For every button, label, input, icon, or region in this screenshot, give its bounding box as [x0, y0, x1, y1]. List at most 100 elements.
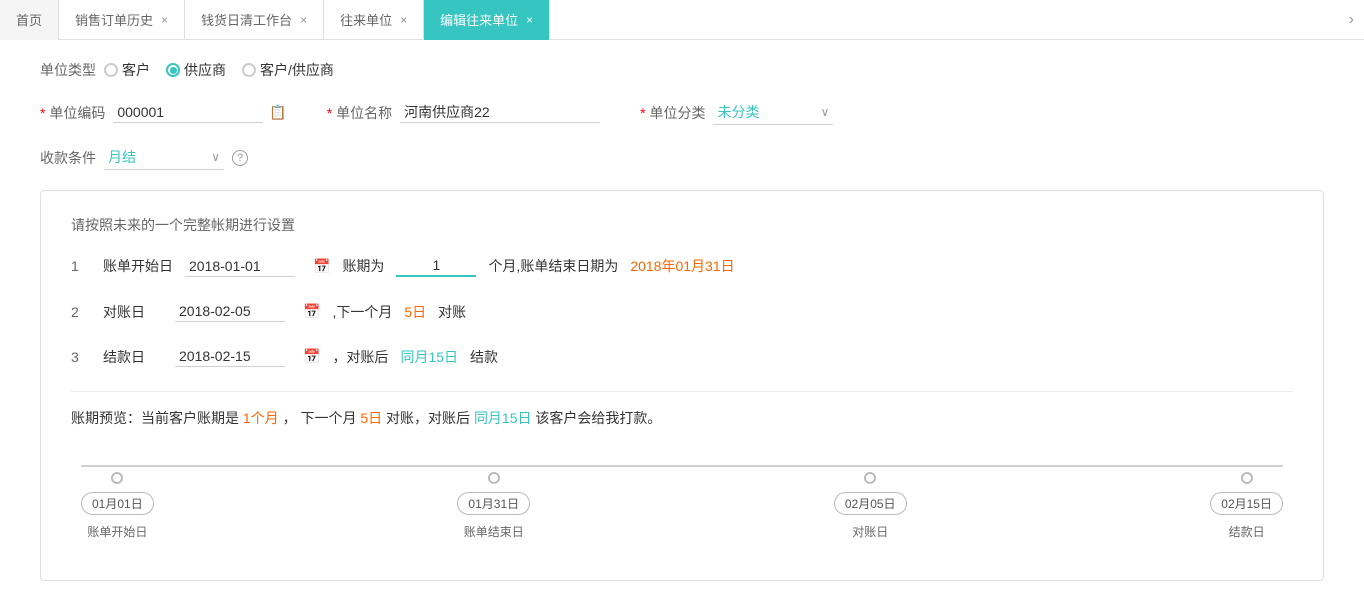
unit-category-dropdown[interactable]: 未分类 ∨: [713, 100, 833, 125]
payment-condition-dropdown[interactable]: 月结 ∨: [104, 145, 224, 170]
preview-label: 账期预览：当前客户账期是: [71, 410, 239, 426]
preview-text: 账期预览：当前客户账期是 1个月 ， 下一个月 5日 对账，对账后 同月15日 …: [71, 408, 1293, 428]
card-title: 请按照未来的一个完整帐期进行设置: [71, 215, 1293, 235]
tab-cash-work-close[interactable]: ×: [300, 13, 307, 27]
radio-customer-supplier-label: 客户/供应商: [260, 60, 334, 80]
timeline-line: [81, 465, 1283, 467]
unit-category-item: 单位分类 未分类 ∨: [640, 100, 833, 125]
period-row-2-label: 对账日: [103, 302, 163, 322]
tab-edit-counterpart-label: 编辑往来单位: [440, 10, 518, 29]
period-desc-post: 个月,账单结束日期为: [488, 256, 618, 276]
period-row-2-num: 2: [71, 304, 91, 320]
reconcile-date-calendar-icon[interactable]: 📅: [303, 303, 320, 320]
radio-customer-label: 客户: [122, 60, 150, 80]
payment-highlight-day: 同月15日: [400, 347, 458, 367]
timeline-label-0: 账单开始日: [87, 523, 147, 540]
preview-next-day: 5日: [360, 410, 382, 426]
period-card: 请按照未来的一个完整帐期进行设置 1 账单开始日 📅 账期为 个月,账单结束日期…: [40, 190, 1324, 581]
period-end-date: 2018年01月31日: [630, 256, 734, 276]
radio-customer[interactable]: 客户: [104, 60, 150, 80]
unit-category-value: 未分类: [717, 102, 812, 122]
payment-date-calendar-icon[interactable]: 📅: [303, 348, 320, 365]
period-value-input[interactable]: [396, 255, 476, 277]
period-desc-pre: 账期为: [342, 256, 384, 276]
main-content: 单位类型 客户 供应商 客户/供应商 单位编码 📋: [0, 40, 1364, 608]
radio-customer-supplier-circle: [242, 63, 256, 77]
preview-comma: ，: [283, 410, 297, 426]
payment-date-input[interactable]: [175, 346, 285, 367]
radio-supplier-circle: [166, 63, 180, 77]
tab-home[interactable]: 首页: [0, 0, 59, 40]
timeline-point-3: 02月15日 结款日: [1210, 472, 1283, 540]
timeline-label-2: 对账日: [852, 523, 888, 540]
radio-supplier[interactable]: 供应商: [166, 60, 226, 80]
reconcile-highlight-day: 5日: [404, 302, 426, 322]
timeline-point-2: 02月05日 对账日: [834, 472, 907, 540]
unit-type-label: 单位类型: [40, 60, 96, 80]
timeline-dot-0: [111, 472, 123, 484]
timeline-dot-3: [1241, 472, 1253, 484]
payment-suffix-b: 结款: [470, 347, 498, 367]
timeline-dot-2: [864, 472, 876, 484]
tab-counterpart-unit-label: 往来单位: [340, 10, 392, 29]
preview-next-label: 下一个月: [300, 410, 356, 426]
timeline-label-3: 结款日: [1229, 523, 1265, 540]
tab-edit-counterpart-close[interactable]: ×: [526, 13, 533, 27]
period-row-1: 1 账单开始日 📅 账期为 个月,账单结束日期为 2018年01月31日: [71, 255, 1293, 277]
unit-name-input[interactable]: [400, 102, 600, 123]
timeline-point-0: 01月01日 账单开始日: [81, 472, 154, 540]
tab-bar: 首页 销售订单历史 × 钱货日清工作台 × 往来单位 × 编辑往来单位 × ›: [0, 0, 1364, 40]
preview-end-text: 该客户会给我打款。: [535, 410, 661, 426]
payment-condition-value: 月结: [108, 147, 203, 167]
unit-category-label: 单位分类: [640, 103, 705, 123]
payment-condition-row: 收款条件 月结 ∨ ?: [40, 145, 1324, 170]
tab-sales-order-history[interactable]: 销售订单历史 ×: [59, 0, 185, 40]
timeline-badge-1: 01月31日: [457, 492, 530, 515]
period-row-3-label: 结款日: [103, 347, 163, 367]
timeline-badge-2: 02月05日: [834, 492, 907, 515]
unit-name-item: 单位名称: [327, 102, 600, 123]
timeline-label-1: 账单结束日: [464, 523, 524, 540]
timeline-dot-1: [488, 472, 500, 484]
unit-category-arrow: ∨: [821, 105, 830, 119]
radio-customer-circle: [104, 63, 118, 77]
payment-condition-arrow: ∨: [211, 150, 220, 164]
tab-sales-order-history-label: 销售订单历史: [75, 10, 153, 29]
tab-cash-work[interactable]: 钱货日清工作台 ×: [185, 0, 324, 40]
tab-edit-counterpart[interactable]: 编辑往来单位 ×: [424, 0, 550, 40]
tab-cash-work-label: 钱货日清工作台: [201, 10, 292, 29]
preview-section: 账期预览：当前客户账期是 1个月 ， 下一个月 5日 对账，对账后 同月15日 …: [71, 391, 1293, 556]
tab-sales-order-history-close[interactable]: ×: [161, 13, 168, 27]
period-row-3: 3 结款日 📅 ，对账后 同月15日 结款: [71, 346, 1293, 367]
timeline-point-1: 01月31日 账单结束日: [457, 472, 530, 540]
unit-code-label: 单位编码: [40, 103, 105, 123]
preview-mid-text: 对账，对账后: [386, 410, 470, 426]
radio-customer-supplier[interactable]: 客户/供应商: [242, 60, 334, 80]
unit-type-radio-group: 客户 供应商 客户/供应商: [104, 60, 334, 80]
payment-condition-help-icon[interactable]: ?: [232, 150, 248, 166]
period-row-1-label: 账单开始日: [103, 256, 173, 276]
payment-condition-item: 收款条件 月结 ∨ ?: [40, 145, 248, 170]
start-date-calendar-icon[interactable]: 📅: [313, 258, 330, 275]
period-row-1-num: 1: [71, 258, 91, 274]
timeline-badge-3: 02月15日: [1210, 492, 1283, 515]
period-row-3-num: 3: [71, 349, 91, 365]
unit-code-item: 单位编码 📋: [40, 102, 287, 123]
tab-counterpart-unit-close[interactable]: ×: [400, 13, 407, 27]
reconcile-date-input[interactable]: [175, 301, 285, 322]
payment-suffix-a: ，对账后: [332, 347, 388, 367]
tab-home-label: 首页: [16, 10, 42, 29]
timeline-badge-0: 01月01日: [81, 492, 154, 515]
unit-code-input[interactable]: [113, 102, 263, 123]
start-date-input[interactable]: [185, 256, 295, 277]
radio-supplier-label: 供应商: [184, 60, 226, 80]
tab-counterpart-unit[interactable]: 往来单位 ×: [324, 0, 424, 40]
unit-info-row: 单位编码 📋 单位名称 单位分类 未分类 ∨: [40, 100, 1324, 125]
payment-condition-label: 收款条件: [40, 148, 96, 168]
unit-code-calendar-icon[interactable]: 📋: [269, 104, 286, 121]
tab-nav-right[interactable]: ›: [1339, 11, 1364, 29]
period-row-2: 2 对账日 📅 ,下一个月 5日 对账: [71, 301, 1293, 322]
reconcile-suffix-b: 对账: [438, 302, 466, 322]
unit-type-row: 单位类型 客户 供应商 客户/供应商: [40, 60, 1324, 80]
unit-name-label: 单位名称: [327, 103, 392, 123]
